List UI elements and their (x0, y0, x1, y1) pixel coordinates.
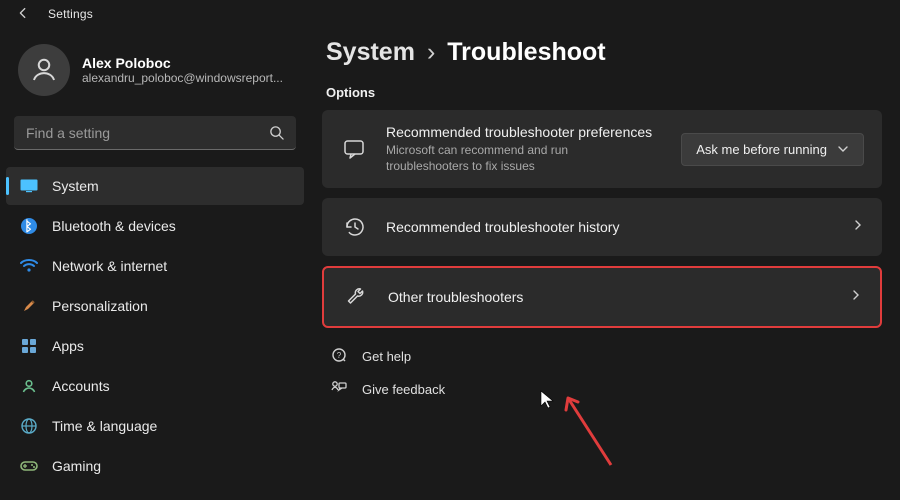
sidebar-item-label: Accounts (52, 378, 110, 394)
sidebar-item-label: Time & language (52, 418, 157, 434)
breadcrumb-parent[interactable]: System (326, 38, 415, 67)
sidebar-item-label: Network & internet (52, 258, 167, 274)
chevron-right-icon (852, 218, 864, 236)
card-title: Recommended troubleshooter preferences (386, 124, 663, 140)
chevron-right-icon (850, 288, 862, 306)
sidebar-item-label: Personalization (52, 298, 148, 314)
sidebar-item-label: Gaming (52, 458, 101, 474)
sidebar-item-label: Bluetooth & devices (52, 218, 176, 234)
accounts-icon (20, 377, 38, 395)
sidebar-item-bluetooth[interactable]: Bluetooth & devices (6, 207, 304, 245)
history-icon (340, 216, 368, 238)
sidebar-item-personalization[interactable]: Personalization (6, 287, 304, 325)
svg-text:?: ? (337, 351, 342, 360)
content-pane: System › Troubleshoot Options Recommende… (310, 24, 900, 500)
link-label: Give feedback (362, 382, 445, 397)
link-get-help[interactable]: ? Get help (330, 346, 882, 367)
section-title-options: Options (326, 85, 882, 100)
chevron-down-icon (837, 143, 849, 155)
footer-links: ? Get help Give feedback (322, 346, 882, 400)
sidebar-item-label: System (52, 178, 99, 194)
bluetooth-icon (20, 217, 38, 235)
link-give-feedback[interactable]: Give feedback (330, 379, 882, 400)
search-box[interactable] (14, 116, 296, 150)
back-arrow-icon (16, 6, 30, 20)
card-other-troubleshooters[interactable]: Other troubleshooters (322, 266, 882, 328)
apps-icon (20, 337, 38, 355)
card-troubleshooter-history[interactable]: Recommended troubleshooter history (322, 198, 882, 256)
brush-icon (20, 297, 38, 315)
back-button[interactable] (16, 6, 30, 23)
breadcrumb: System › Troubleshoot (322, 38, 882, 67)
user-block[interactable]: Alex Poloboc alexandru_poloboc@windowsre… (0, 36, 310, 112)
dropdown-value: Ask me before running (696, 142, 827, 157)
wifi-icon (20, 257, 38, 275)
sidebar-item-time-language[interactable]: Time & language (6, 407, 304, 445)
search-input[interactable] (26, 125, 269, 141)
avatar (18, 44, 70, 96)
feedback-icon (330, 379, 348, 400)
sidebar-item-network[interactable]: Network & internet (6, 247, 304, 285)
link-label: Get help (362, 349, 411, 364)
user-email: alexandru_poloboc@windowsreport... (82, 71, 283, 85)
sidebar: Alex Poloboc alexandru_poloboc@windowsre… (0, 24, 310, 500)
app-title: Settings (48, 7, 93, 21)
help-icon: ? (330, 346, 348, 367)
card-subtitle: Microsoft can recommend and run troubles… (386, 142, 626, 174)
sidebar-item-gaming[interactable]: Gaming (6, 447, 304, 485)
card-title: Recommended troubleshooter history (386, 219, 834, 235)
user-name: Alex Poloboc (82, 55, 283, 71)
sidebar-item-label: Apps (52, 338, 84, 354)
breadcrumb-separator: › (427, 38, 435, 67)
nav-list: System Bluetooth & devices Network & int… (0, 166, 310, 486)
card-title: Other troubleshooters (388, 289, 832, 305)
globe-icon (20, 417, 38, 435)
card-recommended-preferences[interactable]: Recommended troubleshooter preferences M… (322, 110, 882, 188)
sidebar-item-system[interactable]: System (6, 167, 304, 205)
sidebar-item-apps[interactable]: Apps (6, 327, 304, 365)
person-icon (29, 55, 59, 85)
system-icon (20, 177, 38, 195)
gaming-icon (20, 457, 38, 475)
dropdown-pref[interactable]: Ask me before running (681, 133, 864, 166)
breadcrumb-current: Troubleshoot (447, 38, 605, 67)
search-icon (269, 125, 284, 140)
speech-bubble-icon (340, 138, 368, 160)
sidebar-item-accounts[interactable]: Accounts (6, 367, 304, 405)
wrench-icon (342, 286, 370, 308)
